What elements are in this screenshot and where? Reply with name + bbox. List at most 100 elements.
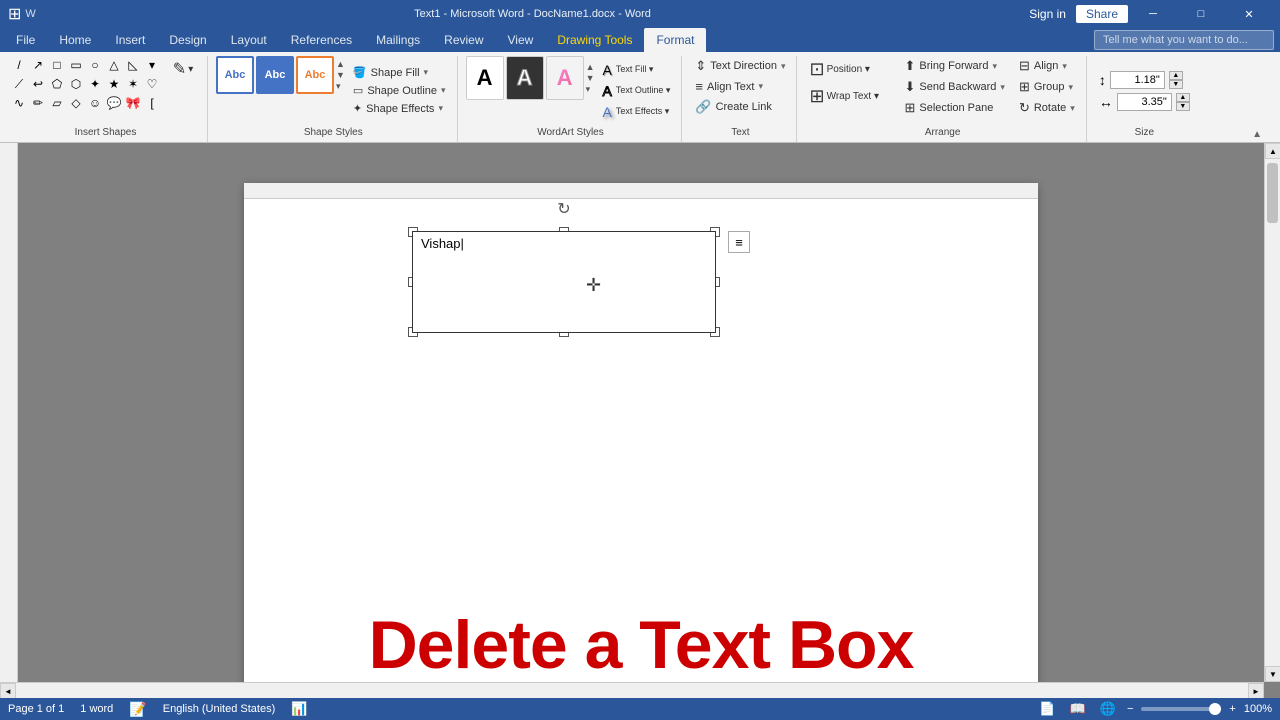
text-effects-btn[interactable]: A Text Effects ▾ bbox=[598, 102, 676, 122]
text-direction-btn[interactable]: ⇕ Text Direction ▾ bbox=[690, 56, 790, 76]
textbox[interactable]: Vishap bbox=[412, 231, 716, 333]
tab-review[interactable]: Review bbox=[432, 28, 495, 52]
share-button[interactable]: Share bbox=[1076, 5, 1128, 23]
parallelogram[interactable]: ▱ bbox=[48, 94, 66, 112]
zoom-in-btn[interactable]: + bbox=[1229, 703, 1235, 715]
shape-styles-more[interactable]: ▾ bbox=[336, 81, 345, 92]
rotate-dropdown[interactable]: ▾ bbox=[1070, 103, 1075, 114]
tab-home[interactable]: Home bbox=[47, 28, 103, 52]
align-dropdown[interactable]: ▾ bbox=[1062, 61, 1067, 72]
print-layout-btn[interactable]: 📄 bbox=[1036, 701, 1058, 717]
height-down[interactable]: ▼ bbox=[1169, 80, 1183, 89]
scroll-container[interactable]: ↻ bbox=[18, 143, 1264, 682]
ribbon-shape[interactable]: 🎀 bbox=[124, 94, 142, 112]
horizontal-scrollbar[interactable]: ◄ ► bbox=[0, 682, 1264, 698]
zoom-thumb[interactable] bbox=[1209, 703, 1221, 715]
text-direction-dropdown[interactable]: ▾ bbox=[781, 61, 786, 72]
create-link-btn[interactable]: 🔗 Create Link bbox=[690, 97, 776, 117]
rt-triangle-shape[interactable]: ◺ bbox=[124, 56, 142, 74]
rotate-btn[interactable]: ↻ Rotate ▾ bbox=[1014, 98, 1080, 118]
send-backward-dropdown[interactable]: ▾ bbox=[1000, 82, 1005, 93]
vertical-scrollbar[interactable]: ▲ ▼ bbox=[1264, 143, 1280, 682]
rect-shape[interactable]: □ bbox=[48, 56, 66, 74]
zoom-out-btn[interactable]: − bbox=[1127, 703, 1133, 715]
width-up[interactable]: ▲ bbox=[1176, 93, 1190, 102]
shape-style-3[interactable]: Abc bbox=[296, 56, 334, 94]
wordart-more[interactable]: ▾ bbox=[586, 84, 595, 95]
circle-shape[interactable]: ○ bbox=[86, 56, 104, 74]
rounded-rect-shape[interactable]: ▭ bbox=[67, 56, 85, 74]
smiley[interactable]: ☺ bbox=[86, 94, 104, 112]
text-outline-btn[interactable]: A Text Outline ▾ bbox=[598, 81, 676, 101]
group-btn[interactable]: ⊞ Group ▾ bbox=[1014, 77, 1080, 97]
pentagon[interactable]: ⬠ bbox=[48, 75, 66, 93]
shape-effects-dropdown[interactable]: ▾ bbox=[438, 103, 443, 114]
web-layout-btn[interactable]: 🌐 bbox=[1097, 701, 1119, 717]
shape-style-1[interactable]: Abc bbox=[216, 56, 254, 94]
arrow-shape[interactable]: ↗ bbox=[29, 56, 47, 74]
tab-mailings[interactable]: Mailings bbox=[364, 28, 432, 52]
bring-forward-dropdown[interactable]: ▾ bbox=[992, 61, 997, 72]
tab-insert[interactable]: Insert bbox=[103, 28, 157, 52]
curve-shape[interactable]: ∿ bbox=[10, 94, 28, 112]
shape-fill-dropdown[interactable]: ▾ bbox=[424, 67, 429, 78]
read-mode-btn[interactable]: 📖 bbox=[1067, 701, 1089, 717]
shape-styles-down[interactable]: ▼ bbox=[336, 70, 345, 80]
align-text-btn[interactable]: ≡ Align Text ▾ bbox=[690, 77, 768, 96]
wordart-up[interactable]: ▲ bbox=[586, 62, 595, 72]
freeform-shape[interactable]: ✏ bbox=[29, 94, 47, 112]
tab-drawing-tools[interactable]: Drawing Tools bbox=[545, 28, 644, 52]
width-down[interactable]: ▼ bbox=[1176, 102, 1190, 111]
height-input[interactable] bbox=[1110, 71, 1165, 89]
language[interactable]: English (United States) bbox=[163, 703, 276, 715]
hexagon[interactable]: ⬡ bbox=[67, 75, 85, 93]
diamond[interactable]: ◇ bbox=[67, 94, 85, 112]
bring-forward-btn[interactable]: ⬆ Bring Forward ▾ bbox=[899, 56, 1009, 76]
scroll-down-btn[interactable]: ▼ bbox=[1265, 666, 1280, 682]
more-shapes[interactable]: ▾ bbox=[143, 56, 161, 74]
wordart-down[interactable]: ▼ bbox=[586, 73, 595, 83]
wrap-text-btn[interactable]: ⊞ Wrap Text ▾ bbox=[805, 83, 895, 110]
wordart-sample-3[interactable]: A bbox=[546, 56, 584, 100]
send-backward-btn[interactable]: ⬇ Send Backward ▾ bbox=[899, 77, 1009, 97]
star5[interactable]: ★ bbox=[105, 75, 123, 93]
textbox-selection[interactable]: ↻ bbox=[404, 223, 724, 341]
tab-format[interactable]: Format bbox=[644, 28, 706, 52]
shape-style-2[interactable]: Abc bbox=[256, 56, 294, 94]
spelling-check-icon[interactable]: 📝 bbox=[129, 701, 146, 718]
wordart-sample-2[interactable]: A bbox=[506, 56, 544, 100]
callout[interactable]: 💬 bbox=[105, 94, 123, 112]
shape-outline-dropdown[interactable]: ▾ bbox=[441, 85, 446, 96]
collapse-ribbon-btn[interactable]: ▲ bbox=[1252, 129, 1262, 140]
line2-shape[interactable]: ⟋ bbox=[10, 75, 28, 93]
star4[interactable]: ✦ bbox=[86, 75, 104, 93]
tab-references[interactable]: References bbox=[279, 28, 364, 52]
star6[interactable]: ✶ bbox=[124, 75, 142, 93]
position-btn[interactable]: ⊡ Position ▾ bbox=[805, 56, 895, 83]
scroll-thumb-vertical[interactable] bbox=[1267, 163, 1278, 223]
maximize-button[interactable]: □ bbox=[1178, 0, 1224, 28]
group-dropdown[interactable]: ▾ bbox=[1068, 82, 1073, 93]
zoom-level[interactable]: 100% bbox=[1244, 703, 1272, 715]
align-btn[interactable]: ⊟ Align ▾ bbox=[1014, 56, 1080, 76]
rotate-handle[interactable]: ↻ bbox=[557, 199, 570, 219]
shape-styles-up[interactable]: ▲ bbox=[336, 59, 345, 69]
tab-layout[interactable]: Layout bbox=[219, 28, 279, 52]
search-input[interactable] bbox=[1094, 30, 1274, 50]
height-up[interactable]: ▲ bbox=[1169, 71, 1183, 80]
align-text-dropdown[interactable]: ▾ bbox=[758, 81, 763, 92]
close-button[interactable]: ✕ bbox=[1226, 0, 1272, 28]
selection-pane-btn[interactable]: ⊞ Selection Pane bbox=[899, 98, 1009, 118]
scroll-up-btn[interactable]: ▲ bbox=[1265, 143, 1280, 159]
scroll-right-btn[interactable]: ► bbox=[1248, 683, 1264, 698]
scroll-left-btn[interactable]: ◄ bbox=[0, 683, 16, 698]
tab-view[interactable]: View bbox=[496, 28, 546, 52]
triangle-shape[interactable]: △ bbox=[105, 56, 123, 74]
document-stats-icon[interactable]: 📊 bbox=[291, 701, 307, 717]
bracket-shape[interactable]: [ bbox=[143, 94, 161, 112]
shape-fill-btn[interactable]: 🪣 Shape Fill ▾ bbox=[348, 64, 451, 81]
zoom-slider[interactable] bbox=[1141, 707, 1221, 711]
text-fill-btn[interactable]: A Text Fill ▾ bbox=[598, 60, 676, 80]
tab-design[interactable]: Design bbox=[157, 28, 218, 52]
edit-shape-btn[interactable]: ✎ ▾ bbox=[165, 56, 201, 82]
